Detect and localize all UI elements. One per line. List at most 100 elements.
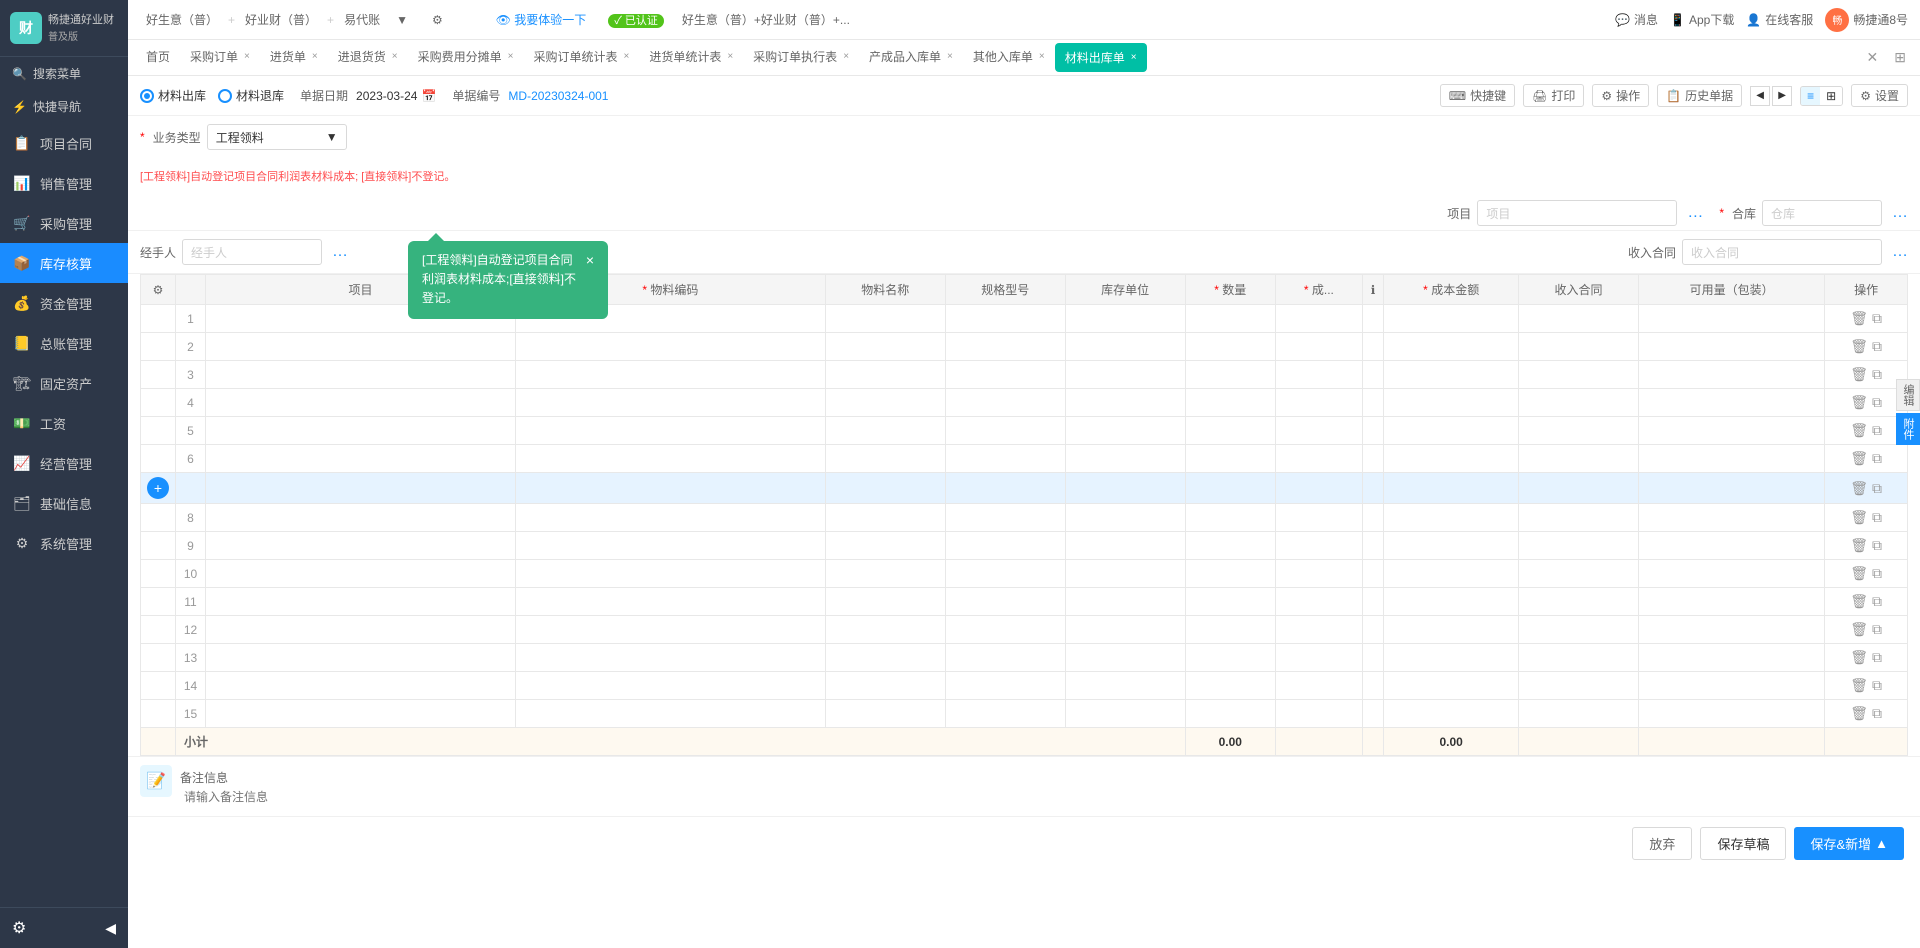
table-cell[interactable] <box>515 504 825 532</box>
sidebar-item-finance[interactable]: 💰 资金管理 <box>0 283 128 323</box>
operation-btn[interactable]: ⚙ 操作 <box>1592 84 1649 107</box>
online-service-btn[interactable]: 👤 在线客服 <box>1746 11 1813 28</box>
radio-material-return[interactable]: 材料退库 <box>218 87 284 104</box>
table-cell[interactable] <box>1276 333 1363 361</box>
tab-home[interactable]: 首页 <box>136 42 180 73</box>
table-cell[interactable] <box>206 700 516 728</box>
table-cell[interactable] <box>825 389 945 417</box>
table-cell[interactable] <box>515 672 825 700</box>
table-cell[interactable] <box>825 616 945 644</box>
project-more-btn[interactable]: … <box>1687 204 1703 222</box>
right-tool-attach[interactable]: 附件 <box>1896 413 1920 445</box>
table-cell[interactable] <box>515 333 825 361</box>
delete-row-btn[interactable]: 🗑 <box>1850 450 1868 467</box>
nav-goodbiz2[interactable]: 好生意（普）+好业财（普）+... <box>676 9 856 30</box>
right-tool-edit[interactable]: 编辑 <box>1896 379 1920 411</box>
table-cell[interactable] <box>1638 389 1824 417</box>
delete-row-btn[interactable]: 🗑 <box>1850 537 1868 554</box>
nav-settings[interactable]: ⚙ <box>426 11 449 29</box>
table-cell[interactable] <box>1638 672 1824 700</box>
nav-item-agency[interactable]: 易代账 <box>338 9 386 30</box>
table-cell[interactable] <box>1185 361 1275 389</box>
tab-purchase-order[interactable]: 采购订单 × <box>180 42 260 73</box>
next-btn[interactable]: ▶ <box>1772 86 1792 106</box>
delete-row-btn[interactable]: 🗑 <box>1850 677 1868 694</box>
table-cell[interactable] <box>206 417 516 445</box>
table-cell[interactable] <box>515 361 825 389</box>
table-cell[interactable] <box>1638 616 1824 644</box>
table-cell[interactable] <box>1638 504 1824 532</box>
tab-close-purchase-order[interactable]: × <box>244 51 250 62</box>
table-cell[interactable] <box>945 305 1065 333</box>
table-cell[interactable] <box>1384 445 1519 473</box>
table-cell[interactable] <box>825 588 945 616</box>
table-cell[interactable] <box>1638 361 1824 389</box>
table-cell[interactable] <box>1276 644 1363 672</box>
table-cell[interactable] <box>1276 588 1363 616</box>
table-cell[interactable] <box>1276 305 1363 333</box>
table-cell[interactable] <box>515 700 825 728</box>
table-cell[interactable] <box>1384 333 1519 361</box>
copy-row-btn[interactable]: ⧉ <box>1872 537 1882 554</box>
table-cell[interactable] <box>1384 504 1519 532</box>
table-cell[interactable] <box>1519 588 1639 616</box>
copy-row-btn[interactable]: ⧉ <box>1872 509 1882 526</box>
table-cell-active[interactable] <box>515 473 825 504</box>
tab-material-out[interactable]: 材料出库单 × <box>1055 43 1147 72</box>
delete-row-btn[interactable]: 🗑 <box>1850 366 1868 383</box>
table-cell[interactable] <box>1185 672 1275 700</box>
settings-icon[interactable]: ⚙ <box>12 918 26 938</box>
save-new-btn[interactable]: 保存&新增 ▲ <box>1794 827 1904 860</box>
tab-grid-view[interactable]: ⊞ <box>1888 47 1912 68</box>
table-cell[interactable] <box>1185 700 1275 728</box>
income-contract-more-btn[interactable]: … <box>1892 243 1908 261</box>
table-cell[interactable] <box>1519 616 1639 644</box>
table-cell[interactable] <box>1065 417 1185 445</box>
table-cell[interactable] <box>1185 473 1275 504</box>
table-cell[interactable] <box>1519 700 1639 728</box>
sidebar-search[interactable]: 🔍 搜索菜单 <box>0 57 128 90</box>
handler-more-btn[interactable]: … <box>332 243 348 261</box>
tab-close-finished-goods[interactable]: × <box>947 51 953 62</box>
print-btn[interactable]: 🖨 打印 <box>1523 84 1584 107</box>
table-cell[interactable] <box>825 417 945 445</box>
table-cell[interactable] <box>1384 305 1519 333</box>
history-btn[interactable]: 📋 历史单据 <box>1657 84 1742 107</box>
table-cell[interactable] <box>1638 532 1824 560</box>
copy-row-btn[interactable]: ⧉ <box>1872 480 1882 497</box>
tab-finished-goods[interactable]: 产成品入库单 × <box>859 42 963 73</box>
discard-btn[interactable]: 放弃 <box>1632 827 1692 860</box>
sidebar-item-assets[interactable]: 🏗 固定资产 <box>0 363 128 403</box>
table-cell[interactable] <box>1384 616 1519 644</box>
nav-item-goodbiz[interactable]: 好生意（普） <box>140 9 224 30</box>
nav-item-goodfinance[interactable]: 好业财（普） <box>239 9 323 30</box>
sidebar-item-purchase[interactable]: 🛒 采购管理 <box>0 203 128 243</box>
table-cell[interactable] <box>1638 588 1824 616</box>
table-cell[interactable] <box>945 644 1065 672</box>
table-cell[interactable] <box>206 616 516 644</box>
radio-material-out[interactable]: 材料出库 <box>140 87 206 104</box>
table-cell[interactable] <box>825 445 945 473</box>
delete-row-btn[interactable]: 🗑 <box>1850 310 1868 327</box>
table-cell[interactable] <box>206 672 516 700</box>
copy-row-btn[interactable]: ⧉ <box>1872 450 1882 467</box>
tab-close-goods-receipt[interactable]: × <box>312 51 318 62</box>
table-cell[interactable] <box>1519 473 1639 504</box>
warehouse-more-btn[interactable]: … <box>1892 204 1908 222</box>
tab-goods-stats[interactable]: 进货单统计表 × <box>639 42 743 73</box>
table-cell[interactable] <box>515 588 825 616</box>
collapse-icon[interactable]: ◀ <box>105 920 116 937</box>
table-cell[interactable] <box>825 333 945 361</box>
table-cell[interactable] <box>945 473 1065 504</box>
copy-row-btn[interactable]: ⧉ <box>1872 649 1882 666</box>
table-cell[interactable] <box>1185 333 1275 361</box>
table-cell[interactable] <box>825 560 945 588</box>
table-cell[interactable] <box>1519 504 1639 532</box>
table-cell[interactable] <box>1065 305 1185 333</box>
table-cell[interactable] <box>1384 644 1519 672</box>
table-cell[interactable] <box>1384 560 1519 588</box>
table-cell[interactable] <box>1276 417 1363 445</box>
table-cell[interactable] <box>945 588 1065 616</box>
table-cell[interactable] <box>945 389 1065 417</box>
table-cell-active[interactable] <box>206 473 516 504</box>
